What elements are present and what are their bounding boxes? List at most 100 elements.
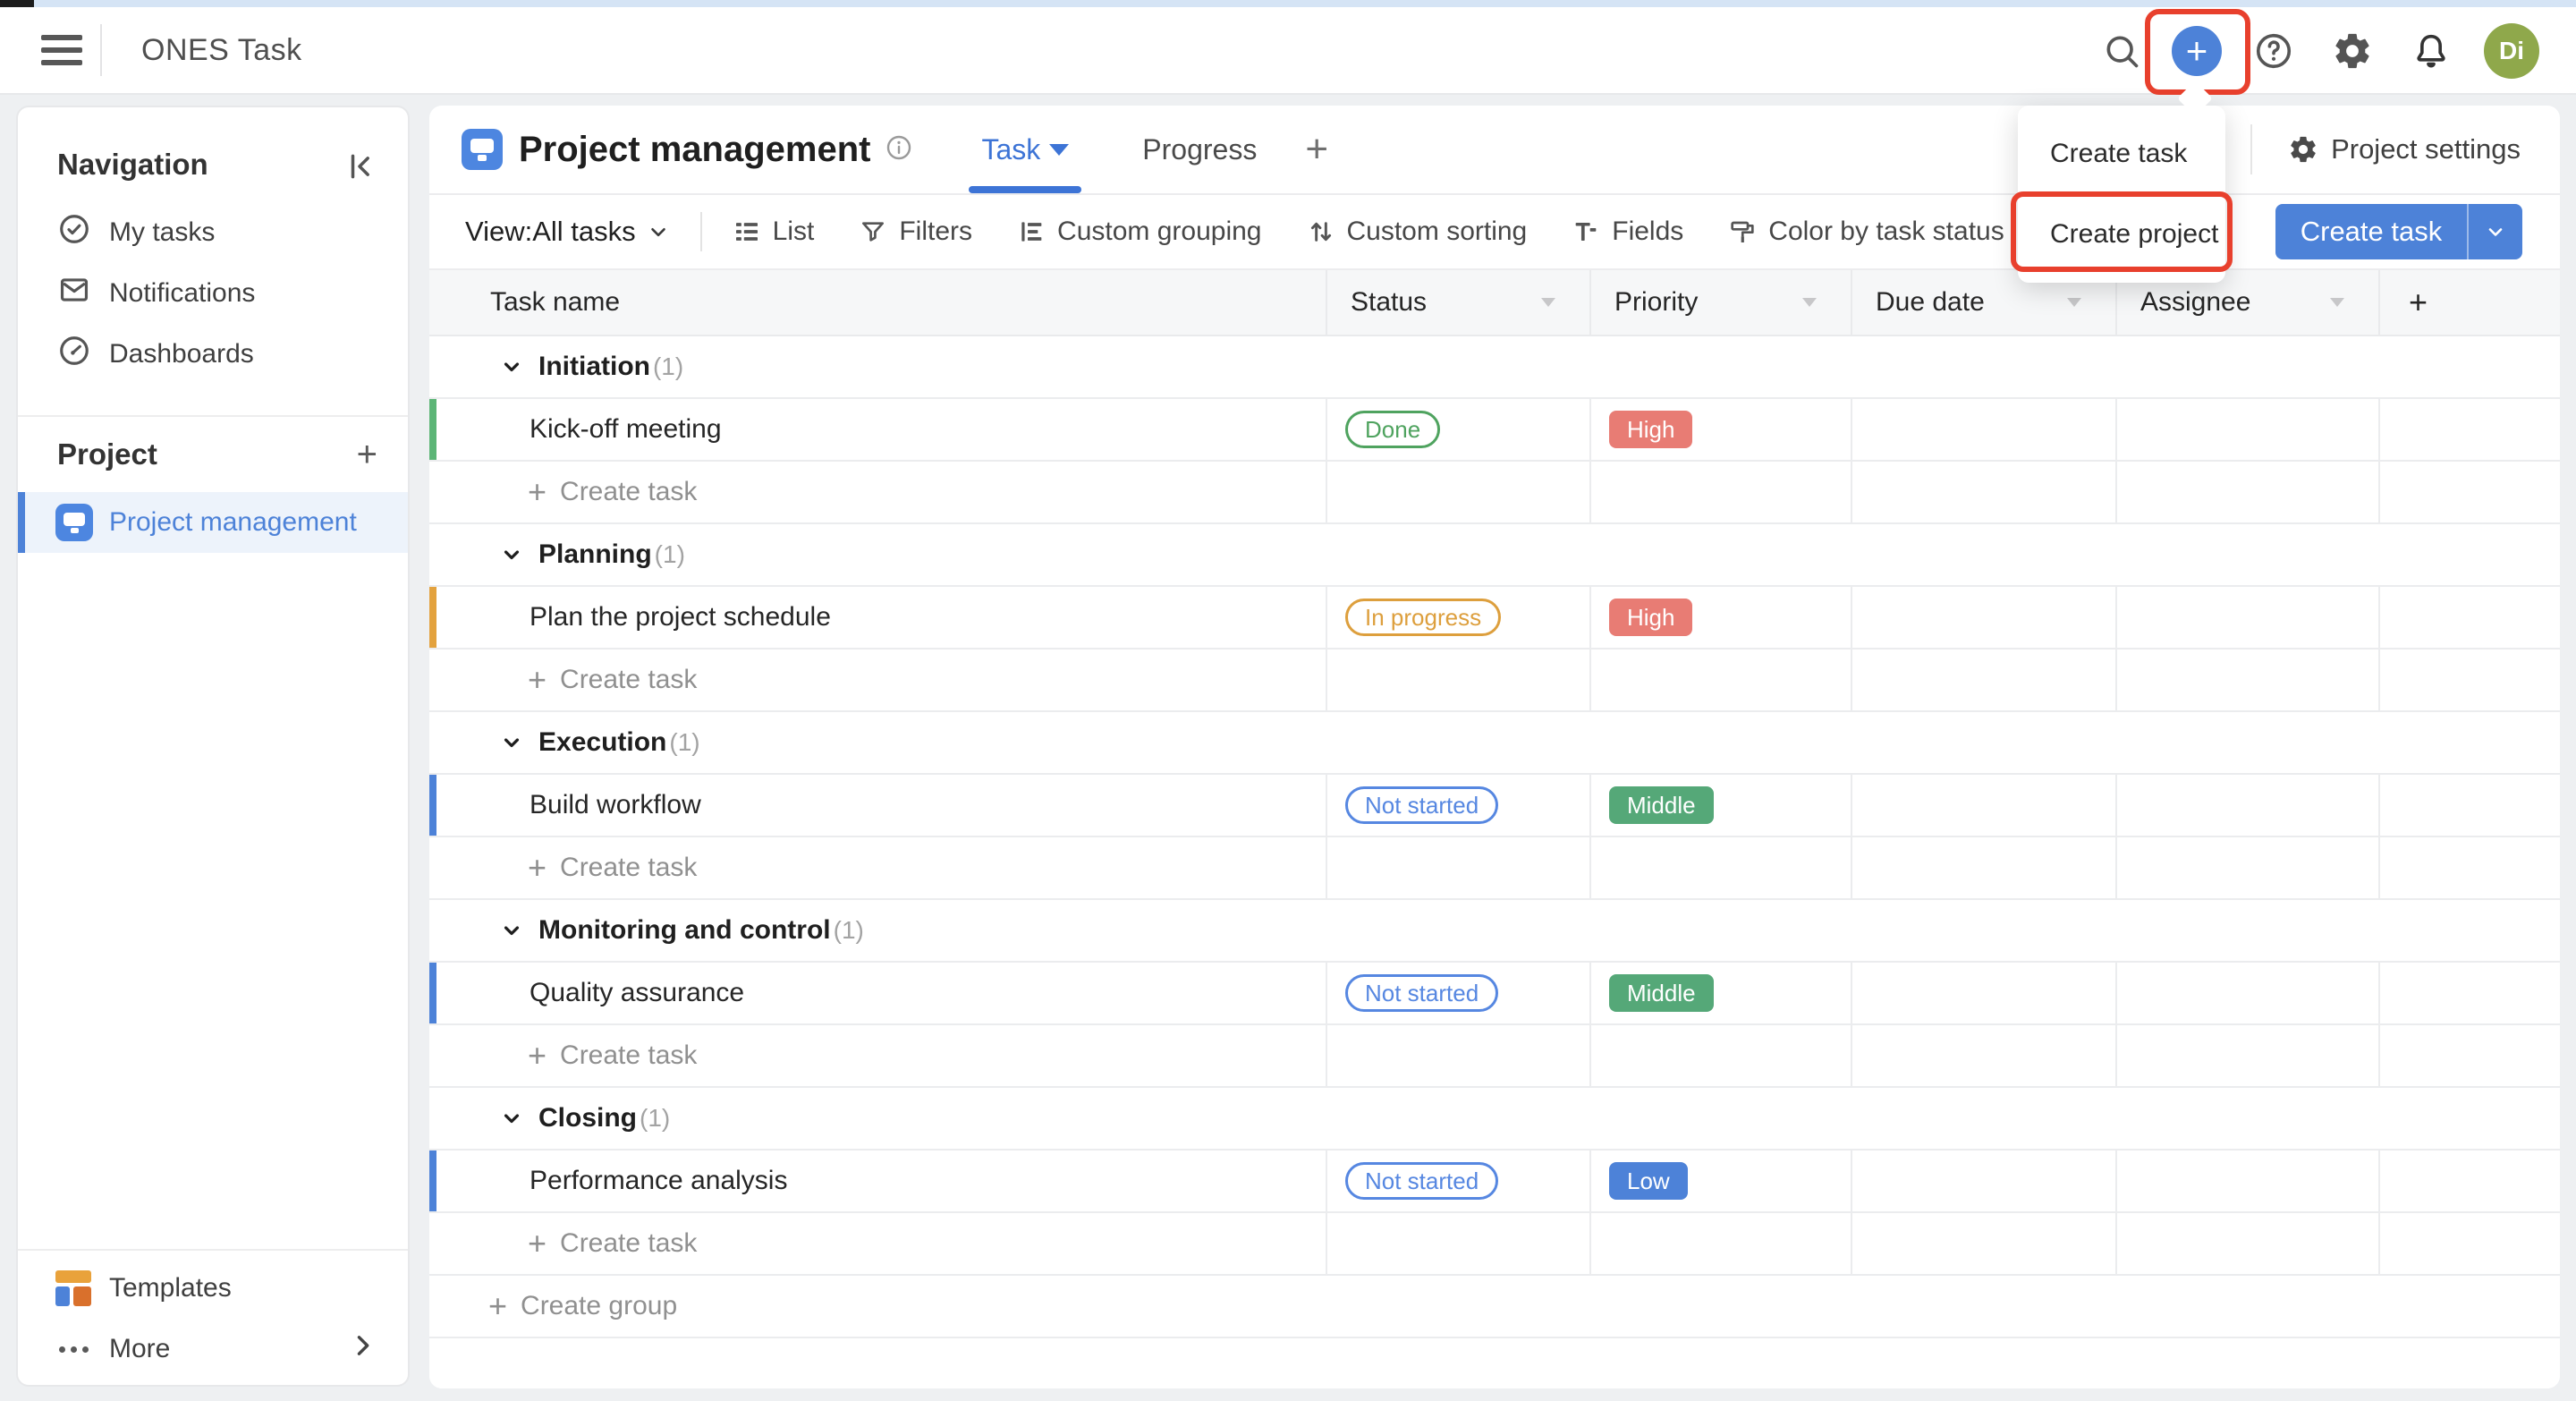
chevron-down-icon[interactable] xyxy=(499,542,524,567)
create-task-row: + Create task xyxy=(429,837,2560,900)
menu-item-create-project[interactable]: Create project xyxy=(2018,206,2225,263)
check-circle-icon xyxy=(57,212,91,253)
chevron-down-icon[interactable] xyxy=(2469,221,2522,242)
plus-icon[interactable]: + xyxy=(2172,26,2222,76)
filters-label: Filters xyxy=(899,217,973,246)
chevron-right-icon xyxy=(347,1330,377,1368)
collapse-sidebar-icon[interactable] xyxy=(342,149,377,189)
task-row[interactable]: Quality assurance Not started Middle xyxy=(429,963,2560,1025)
grouping-icon xyxy=(1021,222,1042,242)
filters-button[interactable]: Filters xyxy=(859,217,972,247)
sidebar-item-notifications[interactable]: Notifications xyxy=(18,263,408,324)
status-badge[interactable]: Not started xyxy=(1345,974,1499,1012)
fields-button[interactable]: Fields xyxy=(1572,217,1683,247)
chevron-down-icon[interactable] xyxy=(499,918,524,943)
notifications-bell-icon[interactable] xyxy=(2411,30,2452,72)
custom-grouping-button[interactable]: Custom grouping xyxy=(1017,217,1262,247)
fields-icon xyxy=(1575,223,1597,241)
project-settings-button[interactable]: Project settings xyxy=(2288,133,2521,166)
task-row[interactable]: Plan the project schedule In progress Hi… xyxy=(429,587,2560,650)
tab-task[interactable]: Task xyxy=(969,106,1082,193)
task-name[interactable]: Kick-off meeting xyxy=(530,414,722,445)
add-column-button[interactable]: + xyxy=(2378,270,2560,335)
status-badge[interactable]: Not started xyxy=(1345,1162,1499,1200)
menu-item-create-task[interactable]: Create task xyxy=(2018,125,2225,183)
create-task-row: + Create task xyxy=(429,1025,2560,1088)
search-icon[interactable] xyxy=(2102,31,2141,71)
assignee-cell[interactable] xyxy=(2115,587,2378,648)
add-project-icon[interactable]: + xyxy=(357,437,377,472)
due-date-cell[interactable] xyxy=(1851,587,2115,648)
hamburger-menu-icon[interactable] xyxy=(41,35,82,65)
priority-badge[interactable]: Low xyxy=(1609,1162,1688,1200)
due-date-cell[interactable] xyxy=(1851,1151,2115,1211)
project-board-icon xyxy=(462,129,503,170)
info-icon[interactable] xyxy=(885,133,913,166)
extra-cell xyxy=(2378,1151,2560,1211)
custom-sorting-button[interactable]: Custom sorting xyxy=(1307,217,1527,247)
create-dropdown-menu: Create task Create project xyxy=(2011,106,2233,283)
sort-caret-icon[interactable] xyxy=(2330,298,2344,307)
assignee-cell[interactable] xyxy=(2115,963,2378,1023)
help-icon[interactable] xyxy=(2253,30,2294,72)
chevron-down-icon[interactable] xyxy=(499,730,524,755)
tab-label: Task xyxy=(981,132,1041,166)
create-task-inline-button[interactable]: + Create task xyxy=(528,1040,697,1072)
plus-icon: + xyxy=(528,473,547,510)
priority-badge[interactable]: Middle xyxy=(1609,786,1714,824)
avatar[interactable]: Di xyxy=(2484,23,2539,79)
sort-caret-icon[interactable] xyxy=(1541,298,1555,307)
priority-badge[interactable]: High xyxy=(1609,411,1693,448)
sidebar-item-project-management[interactable]: Project management xyxy=(18,492,408,553)
add-tab-icon[interactable]: + xyxy=(1305,127,1328,172)
task-name[interactable]: Quality assurance xyxy=(530,978,744,1008)
sort-caret-icon[interactable] xyxy=(2067,298,2081,307)
group-row-planning: Planning (1) xyxy=(429,524,2560,587)
task-name[interactable]: Performance analysis xyxy=(530,1166,787,1196)
envelope-icon xyxy=(57,273,91,314)
assignee-cell[interactable] xyxy=(2115,399,2378,460)
sidebar-item-label: Dashboards xyxy=(109,339,254,369)
chevron-down-icon[interactable] xyxy=(499,1106,524,1131)
task-row[interactable]: Performance analysis Not started Low xyxy=(429,1151,2560,1213)
create-task-inline-button[interactable]: + Create task xyxy=(528,664,697,696)
due-date-cell[interactable] xyxy=(1851,963,2115,1023)
create-button[interactable]: + xyxy=(2172,26,2222,76)
sidebar-item-templates[interactable]: Templates xyxy=(18,1258,408,1319)
column-header-status[interactable]: Status xyxy=(1326,270,1589,335)
due-date-cell[interactable] xyxy=(1851,775,2115,836)
color-by-task-status-button[interactable]: Color by task status xyxy=(1728,217,2004,247)
task-name[interactable]: Plan the project schedule xyxy=(530,602,831,633)
create-task-inline-button[interactable]: + Create task xyxy=(528,852,697,884)
chevron-down-icon[interactable] xyxy=(499,354,524,379)
list-button[interactable]: List xyxy=(733,217,814,247)
priority-badge[interactable]: High xyxy=(1609,599,1693,636)
topbar: ONES Task + Di xyxy=(0,7,2576,95)
task-name[interactable]: Build workflow xyxy=(530,790,701,820)
status-badge[interactable]: Done xyxy=(1345,411,1441,448)
plus-icon: + xyxy=(528,849,547,886)
assignee-cell[interactable] xyxy=(2115,1151,2378,1211)
view-selector[interactable]: View:All tasks xyxy=(465,216,670,248)
sidebar-item-my-tasks[interactable]: My tasks xyxy=(18,202,408,263)
avatar-initials[interactable]: Di xyxy=(2484,23,2539,79)
create-task-button[interactable]: Create task xyxy=(2275,204,2522,259)
status-badge[interactable]: In progress xyxy=(1345,599,1502,636)
task-row[interactable]: Kick-off meeting Done High xyxy=(429,399,2560,462)
task-row[interactable]: Build workflow Not started Middle xyxy=(429,775,2560,837)
assignee-cell[interactable] xyxy=(2115,775,2378,836)
sidebar-item-dashboards[interactable]: Dashboards xyxy=(18,324,408,385)
column-header-priority[interactable]: Priority xyxy=(1589,270,1851,335)
sidebar-item-more[interactable]: More xyxy=(18,1319,408,1380)
due-date-cell[interactable] xyxy=(1851,399,2115,460)
create-task-inline-button[interactable]: + Create task xyxy=(528,476,697,508)
status-badge[interactable]: Not started xyxy=(1345,786,1499,824)
settings-gear-icon[interactable] xyxy=(2332,30,2373,72)
toolbar: View:All tasks List Filters Custom group… xyxy=(429,195,2560,270)
sort-caret-icon[interactable] xyxy=(1802,298,1817,307)
column-header-task-name[interactable]: Task name xyxy=(429,270,1326,335)
priority-badge[interactable]: Middle xyxy=(1609,974,1714,1012)
tab-progress[interactable]: Progress xyxy=(1131,106,1267,193)
create-task-inline-button[interactable]: + Create task xyxy=(528,1227,697,1260)
create-group-button[interactable]: + Create group xyxy=(488,1290,677,1322)
